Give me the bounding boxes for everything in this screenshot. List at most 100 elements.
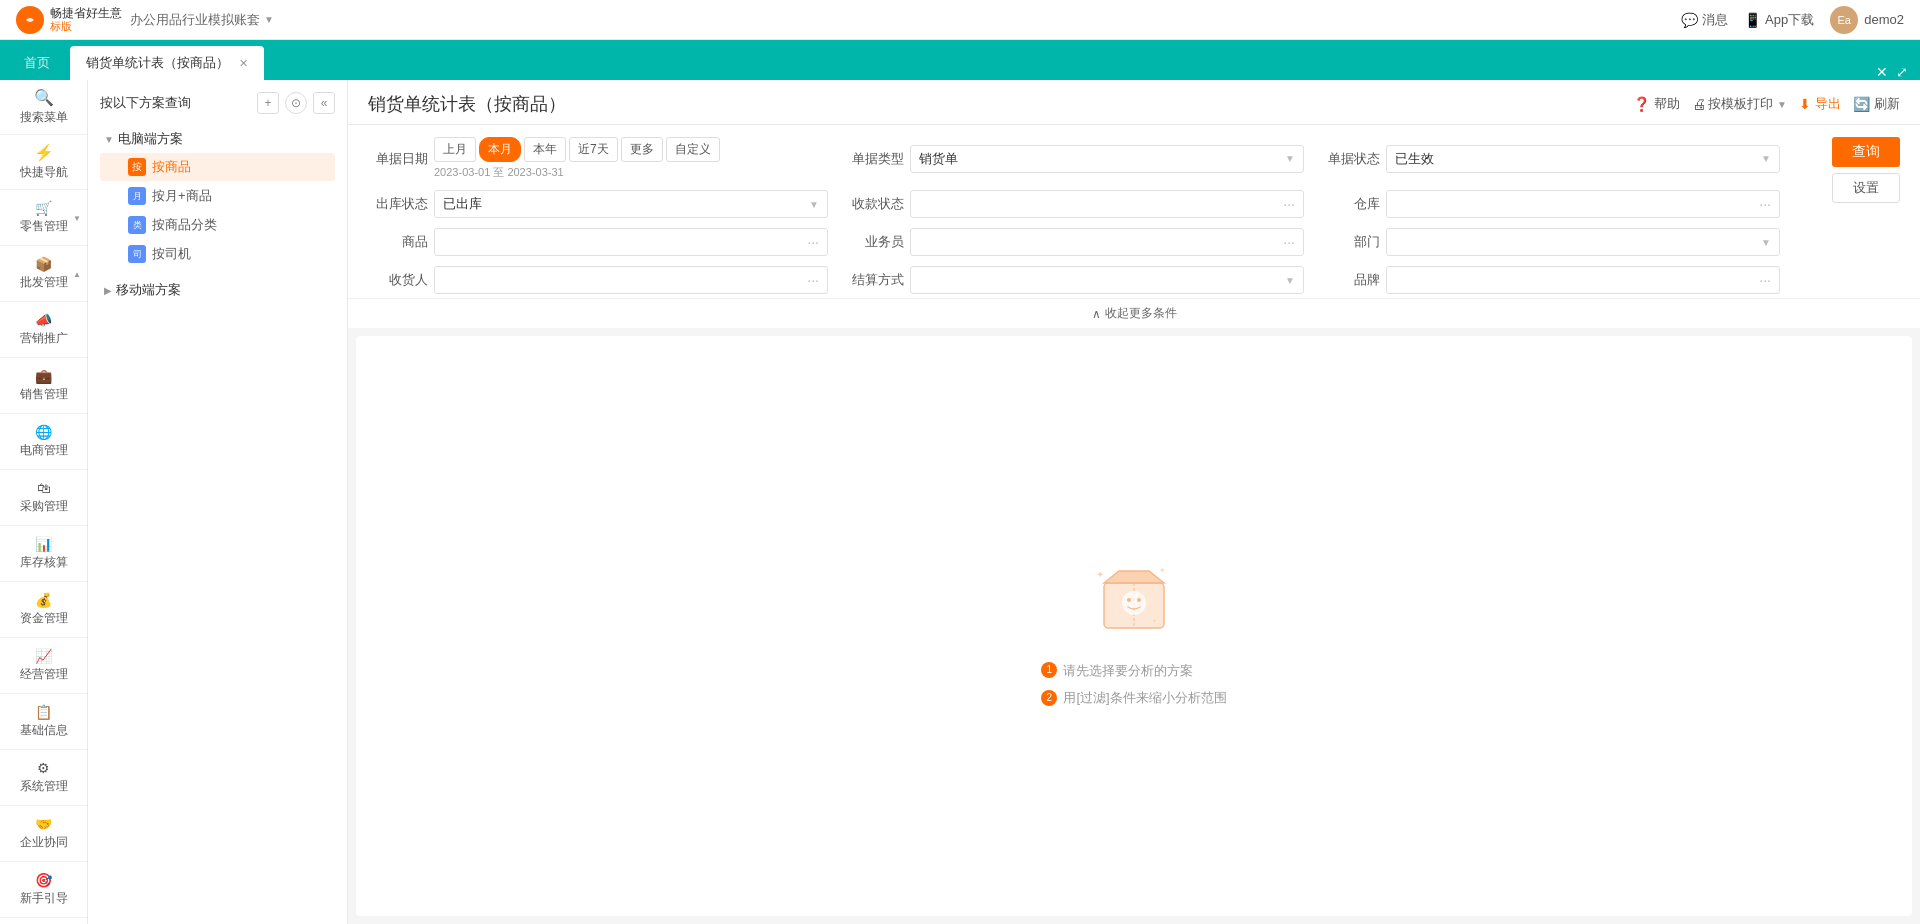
sidebar-item-wholesale[interactable]: 📦 批发管理 ▲ — [0, 246, 87, 302]
industry-dropdown-icon: ▼ — [264, 14, 274, 25]
tree-item-by-category[interactable]: 类 按商品分类 — [100, 211, 335, 239]
filter-salesperson: 业务员 ··· — [844, 228, 1304, 256]
recipient-dots[interactable]: ··· — [807, 272, 819, 288]
sidebar-item-marketing[interactable]: 📣 营销推广 — [0, 302, 87, 358]
filter-department: 部门 ▼ — [1320, 228, 1780, 256]
goods-dots[interactable]: ··· — [807, 234, 819, 250]
tree-item-by-goods[interactable]: 按 按商品 — [100, 153, 335, 181]
sidebar-item-finance[interactable]: 💰 资金管理 — [0, 582, 87, 638]
date-btn-last-month[interactable]: 上月 — [434, 137, 476, 162]
date-buttons: 上月 本月 本年 近7天 更多 自定义 — [434, 137, 828, 162]
tree-item-by-month-goods[interactable]: 月 按月+商品 — [100, 182, 335, 210]
warehouse-dots[interactable]: ··· — [1759, 196, 1771, 212]
filter-doc-status: 单据状态 已生效 ▼ — [1320, 137, 1780, 180]
print-btn[interactable]: 🖨 按模板打印 ▼ — [1692, 95, 1787, 113]
receipt-status-dots[interactable]: ··· — [1283, 196, 1295, 212]
sidebar-item-search[interactable]: 🔍 搜索菜单 — [0, 80, 87, 135]
date-btn-this-year[interactable]: 本年 — [524, 137, 566, 162]
industry-select[interactable]: 办公用品行业模拟账套 ▼ — [130, 11, 274, 29]
logo-text: 畅捷省好生意 标版 — [50, 6, 122, 34]
user-area[interactable]: Ea demo2 — [1830, 6, 1904, 34]
filter-doc-type: 单据类型 销货单 ▼ — [844, 137, 1304, 180]
doc-status-select[interactable]: 已生效 ▼ — [1386, 145, 1780, 173]
date-btn-custom[interactable]: 自定义 — [666, 137, 720, 162]
date-btn-more[interactable]: 更多 — [621, 137, 663, 162]
settings-button[interactable]: 设置 — [1832, 173, 1900, 203]
mobile-section-parent[interactable]: ▶ 移动端方案 — [96, 277, 339, 303]
date-btn-7days[interactable]: 近7天 — [569, 137, 618, 162]
refresh-btn[interactable]: 🔄 刷新 — [1853, 95, 1900, 113]
filter-goods: 商品 ··· — [368, 228, 828, 256]
tab-sales-stats[interactable]: 销货单统计表（按商品） ✕ — [70, 46, 264, 80]
department-arrow: ▼ — [1761, 237, 1771, 248]
pc-tree-section: ▼ 电脑端方案 按 按商品 月 按月+商品 类 — [88, 122, 347, 273]
out-status-select[interactable]: 已出库 ▼ — [434, 190, 828, 218]
settings-scheme-btn[interactable]: ⊙ — [285, 92, 307, 114]
message-icon: 💬 — [1681, 12, 1698, 28]
settlement-select[interactable]: ▼ — [910, 266, 1304, 294]
sidebar-item-operations[interactable]: 📈 经营管理 — [0, 638, 87, 694]
pc-section-parent[interactable]: ▼ 电脑端方案 — [96, 126, 339, 152]
sidebar-item-purchase[interactable]: 🛍 采购管理 — [0, 470, 87, 526]
filter-receipt-status: 收款状态 ··· — [844, 190, 1304, 218]
date-range-text: 2023-03-01 至 2023-03-31 — [434, 165, 828, 180]
tab-bar: 首页 销货单统计表（按商品） ✕ ✕ ⤢ — [0, 40, 1920, 80]
empty-text: 1 请先选择要分析的方案 2 用[过滤]条件来缩小分析范围 — [1041, 659, 1226, 710]
message-btn[interactable]: 💬 消息 — [1681, 11, 1728, 29]
tree-item-by-driver[interactable]: 司 按司机 — [100, 240, 335, 268]
filter-grid: 单据日期 上月 本月 本年 近7天 更多 自定义 2023-03-01 至 20… — [368, 137, 1900, 294]
sidebar-item-quick-nav[interactable]: ⚡ 快捷导航 — [0, 135, 87, 190]
right-panel: 销货单统计表（按商品） ❓ 帮助 🖨 按模板打印 ▼ ⬇ 导出 — [348, 80, 1920, 924]
help-btn[interactable]: ❓ 帮助 — [1633, 95, 1680, 113]
salesperson-select[interactable]: ··· — [910, 228, 1304, 256]
sidebar-item-inventory[interactable]: 📊 库存核算 — [0, 526, 87, 582]
salesperson-dots[interactable]: ··· — [1283, 234, 1295, 250]
brand-dots[interactable]: ··· — [1759, 272, 1771, 288]
warehouse-select[interactable]: ··· — [1386, 190, 1780, 218]
sidebar-item-retail[interactable]: 🛒 零售管理 ▼ — [0, 190, 87, 246]
add-scheme-btn[interactable]: + — [257, 92, 279, 114]
header-right: 💬 消息 📱 App下载 Ea demo2 — [1681, 6, 1904, 34]
sidebar-item-new-user[interactable]: 🎯 新手引导 — [0, 862, 87, 918]
tree-item-icon-by-month: 月 — [128, 187, 146, 205]
export-btn[interactable]: ⬇ 导出 — [1799, 95, 1841, 113]
collapse-panel-btn[interactable]: « — [313, 92, 335, 114]
department-select[interactable]: ▼ — [1386, 228, 1780, 256]
goods-select[interactable]: ··· — [434, 228, 828, 256]
sidebar-item-enterprise[interactable]: 🤝 企业协同 — [0, 806, 87, 862]
page-title: 销货单统计表（按商品） — [368, 92, 566, 116]
left-panel-header: 按以下方案查询 + ⊙ « — [88, 88, 347, 122]
svg-text:✦: ✦ — [1152, 618, 1157, 624]
help-icon: ❓ — [1633, 96, 1650, 112]
tab-close-icon[interactable]: ✕ — [239, 57, 248, 70]
receipt-status-select[interactable]: ··· — [910, 190, 1304, 218]
date-btn-this-month[interactable]: 本月 — [479, 137, 521, 162]
svg-text:✦: ✦ — [1096, 569, 1104, 580]
page-header-actions: ❓ 帮助 🖨 按模板打印 ▼ ⬇ 导出 🔄 刷新 — [1633, 95, 1900, 113]
empty-state: ✦ ✦ ✦ 1 请先选择要分析的方案 2 用[过滤]条件来缩小分析范围 — [356, 336, 1912, 916]
top-header: 畅捷省好生意 标版 办公用品行业模拟账套 ▼ 💬 消息 📱 App下载 Ea d… — [0, 0, 1920, 40]
left-panel-icons: + ⊙ « — [257, 92, 335, 114]
sidebar-item-basic-info[interactable]: 📋 基础信息 — [0, 694, 87, 750]
header-left: 畅捷省好生意 标版 办公用品行业模拟账套 ▼ — [16, 6, 274, 34]
query-button[interactable]: 查询 — [1832, 137, 1900, 167]
print-dropdown-arrow[interactable]: ▼ — [1777, 99, 1787, 110]
close-window-icon[interactable]: ✕ — [1876, 64, 1888, 80]
maximize-window-icon[interactable]: ⤢ — [1896, 64, 1908, 80]
collapse-bar[interactable]: ∧ 收起更多条件 — [348, 298, 1920, 328]
app-download-btn[interactable]: 📱 App下载 — [1744, 11, 1814, 29]
svg-text:✦: ✦ — [1159, 566, 1166, 575]
doc-type-select[interactable]: 销货单 ▼ — [910, 145, 1304, 173]
sidebar-item-ecommerce[interactable]: 🌐 电商管理 — [0, 414, 87, 470]
brand-select[interactable]: ··· — [1386, 266, 1780, 294]
filter-date: 单据日期 上月 本月 本年 近7天 更多 自定义 2023-03-01 至 20… — [368, 137, 828, 180]
recipient-select[interactable]: ··· — [434, 266, 828, 294]
sidebar-item-app-center[interactable]: 📱 应用中心 — [0, 918, 87, 924]
svg-point-4 — [1127, 598, 1131, 602]
sidebar-item-system[interactable]: ⚙ 系统管理 — [0, 750, 87, 806]
sidebar-item-sales[interactable]: 💼 销售管理 — [0, 358, 87, 414]
collapse-icon: ∧ — [1092, 307, 1101, 321]
filters-container: 单据日期 上月 本月 本年 近7天 更多 自定义 2023-03-01 至 20… — [348, 125, 1920, 298]
tab-home[interactable]: 首页 — [8, 46, 66, 80]
mobile-section-arrow: ▶ — [104, 285, 112, 296]
